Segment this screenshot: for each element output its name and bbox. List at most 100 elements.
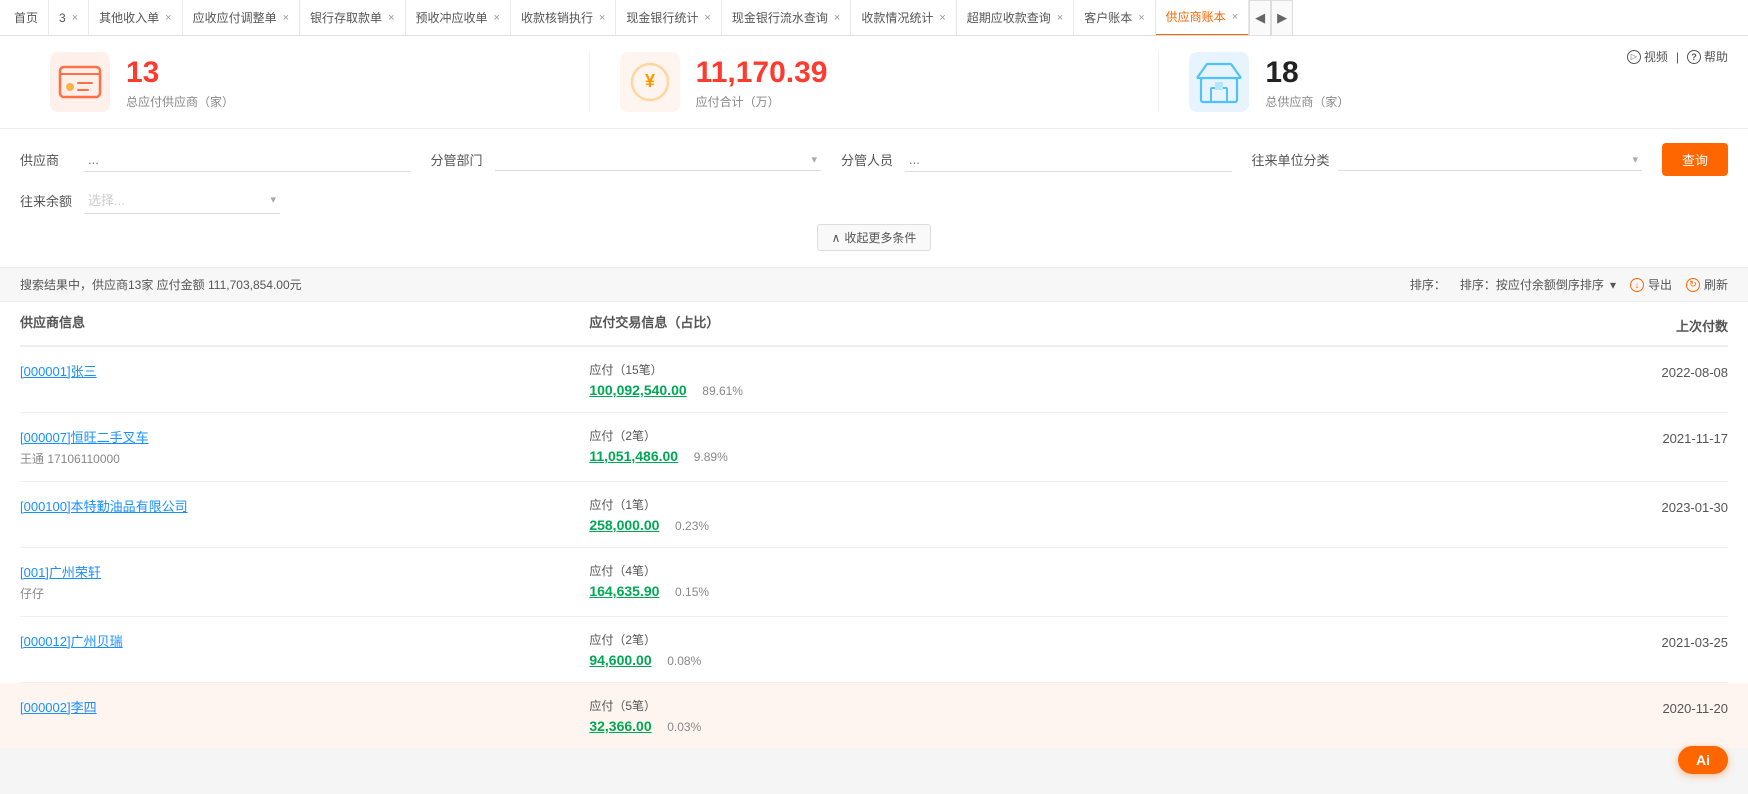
close-tab-customer-book-icon[interactable]: × <box>1138 12 1144 24</box>
close-tab-overdue-ar-icon[interactable]: × <box>1057 12 1063 24</box>
supplier-info-2: [000007]恒旺二手叉车 王通 17106110000 <box>20 427 589 467</box>
close-tab-bank-deposit-icon[interactable]: × <box>388 12 394 24</box>
trans-amount-1[interactable]: 100,092,540.00 <box>589 382 686 398</box>
close-tab-receipt-verify-icon[interactable]: × <box>599 12 605 24</box>
summary-content-amount: 11,170.39 应付合计（万） <box>696 55 828 110</box>
transaction-info-4: 应付（4笔） 164,635.90 0.15% <box>589 562 1272 599</box>
nav-tab-3[interactable]: 3 × <box>49 0 89 36</box>
trans-amount-3[interactable]: 258,000.00 <box>589 517 659 533</box>
nav-tab-receipt-stat-label: 收款情况统计 <box>861 9 933 26</box>
close-tab-ar-adjust-icon[interactable]: × <box>283 12 289 24</box>
export-icon: ↓ <box>1630 278 1644 292</box>
supplier-link-4[interactable]: [001]广州荣轩 <box>20 562 589 581</box>
nav-tab-bank-deposit[interactable]: 银行存取款单 × <box>300 0 405 36</box>
supplier-sub-2: 王通 17106110000 <box>20 450 589 467</box>
store-icon <box>1189 52 1249 112</box>
supplier-link-1[interactable]: [000001]张三 <box>20 361 589 380</box>
supplier-info-4: [001]广州荣轩 仔仔 <box>20 562 589 602</box>
table-header: 供应商信息 应付交易信息（占比） 上次付数 <box>20 302 1728 347</box>
search-button[interactable]: 查询 <box>1662 143 1728 176</box>
nav-tab-overdue-ar[interactable]: 超期应收款查询 × <box>957 0 1074 36</box>
trans-amount-4[interactable]: 164,635.90 <box>589 583 659 599</box>
balance-label: 往来余额 <box>20 191 76 210</box>
sort-select[interactable]: 排序：按应付余额倒序排序 ▾ <box>1460 276 1616 293</box>
nav-tab-other-income[interactable]: 其他收入单 × <box>89 0 182 36</box>
svg-text:¥: ¥ <box>645 71 655 91</box>
filter-supplier: 供应商 <box>20 148 411 172</box>
transaction-info-6: 应付（5笔） 32,366.00 0.03% <box>589 697 1272 734</box>
nav-tab-vendor-book[interactable]: 供应商账本 × <box>1156 0 1249 36</box>
transaction-info-3: 应付（1笔） 258,000.00 0.23% <box>589 496 1272 533</box>
dept-label: 分管部门 <box>431 150 487 169</box>
trans-pct-2: 9.89% <box>694 450 728 464</box>
nav-tab-home[interactable]: 首页 <box>4 0 49 36</box>
supplier-link-2[interactable]: [000007]恒旺二手叉车 <box>20 427 589 446</box>
nav-tab-bank-deposit-label: 银行存取款单 <box>310 9 382 26</box>
close-tab-vendor-book-icon[interactable]: × <box>1232 11 1238 23</box>
close-tab-3-icon[interactable]: × <box>72 12 78 24</box>
nav-tab-ar-adjust[interactable]: 应收应付调整单 × <box>183 0 300 36</box>
close-tab-cash-flow-icon[interactable]: × <box>834 12 840 24</box>
store-count: 18 <box>1265 55 1349 91</box>
filter-balance: 往来余额 选择... ▾ <box>20 186 280 214</box>
supplier-link-6[interactable]: [000002]李四 <box>20 697 589 716</box>
close-tab-cash-bank-stat-icon[interactable]: × <box>704 12 710 24</box>
dept-select[interactable]: ▾ <box>495 149 822 171</box>
nav-tab-receipt-stat[interactable]: 收款情况统计 × <box>851 0 956 36</box>
nav-tab-receipt-verify[interactable]: 收款核销执行 × <box>511 0 616 36</box>
nav-tab-advance-ar[interactable]: 预收冲应收单 × <box>406 0 511 36</box>
nav-tab-cash-bank-stat[interactable]: 现金银行统计 × <box>616 0 721 36</box>
summary-bar: 13 总应付供应商（家） ¥ 11,170.39 应付合计（万） <box>0 36 1748 129</box>
nav-prev-arrow[interactable]: ◀ <box>1249 0 1271 36</box>
trans-amount-2[interactable]: 11,051,486.00 <box>589 448 678 464</box>
unit-class-label: 往来单位分类 <box>1252 150 1330 169</box>
trans-label-2: 应付（2笔） <box>589 427 1272 444</box>
supplier-link-3[interactable]: [000100]本特勤油品有限公司 <box>20 496 589 515</box>
trans-label-1: 应付（15笔） <box>589 361 1272 378</box>
person-input[interactable] <box>905 148 1232 172</box>
table-row: [000002]李四 应付（5笔） 32,366.00 0.03% 2020-1… <box>0 683 1748 748</box>
ai-button[interactable]: Ai <box>1678 746 1728 774</box>
unit-class-select[interactable]: ▾ <box>1338 149 1642 171</box>
summary-card-amount: ¥ 11,170.39 应付合计（万） <box>589 52 1159 112</box>
nav-tab-ar-adjust-label: 应收应付调整单 <box>193 9 277 26</box>
close-tab-other-income-icon[interactable]: × <box>165 12 171 24</box>
close-tab-receipt-stat-icon[interactable]: × <box>939 12 945 24</box>
supplier-label: 供应商 <box>20 150 76 169</box>
table-area: 供应商信息 应付交易信息（占比） 上次付数 [000001]张三 应付（15笔）… <box>0 302 1748 748</box>
table-row: [000007]恒旺二手叉车 王通 17106110000 应付（2笔） 11,… <box>20 413 1728 482</box>
nav-next-arrow[interactable]: ▶ <box>1271 0 1293 36</box>
balance-chevron-down-icon: ▾ <box>270 193 276 206</box>
nav-tab-vendor-book-label: 供应商账本 <box>1166 8 1226 25</box>
top-right-links: ▷ 视频 | ? 帮助 <box>1627 48 1728 65</box>
trans-amount-6[interactable]: 32,366.00 <box>589 718 651 734</box>
col-header-transaction: 应付交易信息（占比） <box>589 312 1272 335</box>
export-button[interactable]: ↓ 导出 <box>1630 276 1672 293</box>
nav-tab-customer-book[interactable]: 客户账本 × <box>1074 0 1155 36</box>
trans-amount-5[interactable]: 94,600.00 <box>589 652 651 668</box>
balance-select[interactable]: 选择... ▾ <box>84 186 280 214</box>
video-link[interactable]: ▷ 视频 <box>1627 48 1668 65</box>
last-pay-1: 2022-08-08 <box>1273 361 1728 380</box>
last-pay-6: 2020-11-20 <box>1273 697 1728 716</box>
collapse-label: 收起更多条件 <box>844 229 916 246</box>
amount-num: 11,170.39 <box>696 55 828 91</box>
nav-tab-customer-book-label: 客户账本 <box>1084 9 1132 26</box>
supplier-input[interactable] <box>84 148 411 172</box>
vendor-pay-label: 总应付供应商（家） <box>126 93 234 110</box>
filter-unit-class: 往来单位分类 ▾ <box>1252 149 1643 171</box>
nav-tab-cash-flow[interactable]: 现金银行流水查询 × <box>722 0 851 36</box>
amount-label: 应付合计（万） <box>696 93 828 110</box>
help-link[interactable]: ? 帮助 <box>1687 48 1728 65</box>
table-row: [000012]广州贝瑞 应付（2笔） 94,600.00 0.08% 2021… <box>20 617 1728 683</box>
supplier-link-5[interactable]: [000012]广州贝瑞 <box>20 631 589 650</box>
collapse-button[interactable]: ∧ 收起更多条件 <box>817 224 932 251</box>
sort-chevron-down-icon: ▾ <box>1610 278 1616 292</box>
refresh-button[interactable]: ↻ 刷新 <box>1686 276 1728 293</box>
table-row: [001]广州荣轩 仔仔 应付（4笔） 164,635.90 0.15% <box>20 548 1728 617</box>
result-info: 搜索结果中，供应商13家 应付金额 111,703,854.00元 <box>20 276 302 293</box>
close-tab-advance-ar-icon[interactable]: × <box>494 12 500 24</box>
refresh-label: 刷新 <box>1704 276 1728 293</box>
result-bar: 搜索结果中，供应商13家 应付金额 111,703,854.00元 排序： 排序… <box>0 268 1748 302</box>
table-row: [000100]本特勤油品有限公司 应付（1笔） 258,000.00 0.23… <box>20 482 1728 548</box>
